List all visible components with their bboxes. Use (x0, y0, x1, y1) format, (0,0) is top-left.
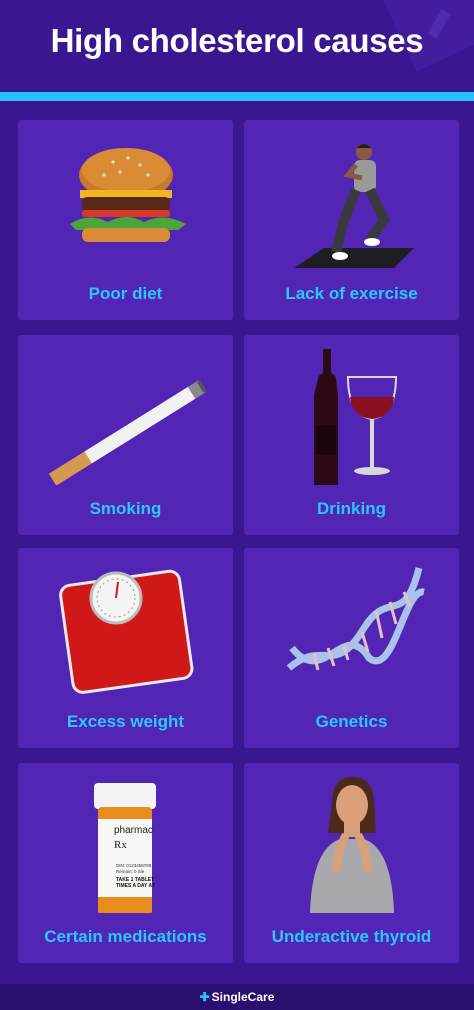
card-certain-medications: pharmac Rx DIN: 0123456789 Remain: 0 Sle… (18, 763, 233, 963)
page-title: High cholesterol causes (50, 22, 424, 59)
exercise-woman-icon (294, 144, 414, 268)
card-lack-of-exercise: Lack of exercise (244, 120, 459, 320)
plus-icon: ✚ (199, 990, 210, 1004)
title-underline-bar (0, 92, 474, 101)
brand-name: SingleCare (211, 990, 275, 1004)
pill-bottle-line2: Remain: 0 Sle (116, 869, 145, 874)
dna-icon (286, 567, 425, 671)
card-label: Genetics (315, 712, 388, 731)
card-label: Certain medications (44, 927, 207, 946)
card-label: Drinking (317, 499, 386, 518)
card-poor-diet: Poor diet (18, 120, 233, 320)
card-excess-weight: Excess weight (18, 548, 233, 748)
cigarette-icon (48, 380, 207, 485)
card-label: Excess weight (66, 712, 185, 731)
card-smoking: Smoking (18, 335, 233, 535)
card-label: Underactive thyroid (271, 927, 432, 946)
burger-icon (70, 148, 186, 242)
thyroid-woman-icon (310, 777, 394, 913)
wine-icon (314, 349, 398, 485)
pill-bottle-line4: TIMES A DAY AT (116, 883, 155, 889)
infographic: High cholesterol causes Poor diet Lack o… (0, 0, 474, 1010)
pill-bottle-line1: DIN: 0123456789 (116, 863, 152, 868)
pill-bottle-icon: pharmac Rx DIN: 0123456789 Remain: 0 Sle… (94, 783, 156, 913)
card-label: Lack of exercise (285, 284, 418, 303)
pill-bottle-brand: pharmac (114, 825, 153, 836)
card-genetics: Genetics (244, 548, 459, 748)
card-label: Poor diet (88, 284, 163, 303)
card-underactive-thyroid: Underactive thyroid (244, 763, 459, 963)
card-drinking: Drinking (244, 335, 459, 535)
footer-brand: ✚ SingleCare (0, 990, 474, 1004)
scale-icon (59, 569, 194, 694)
card-label: Smoking (89, 499, 162, 518)
pill-bottle-rx: Rx (114, 839, 127, 851)
